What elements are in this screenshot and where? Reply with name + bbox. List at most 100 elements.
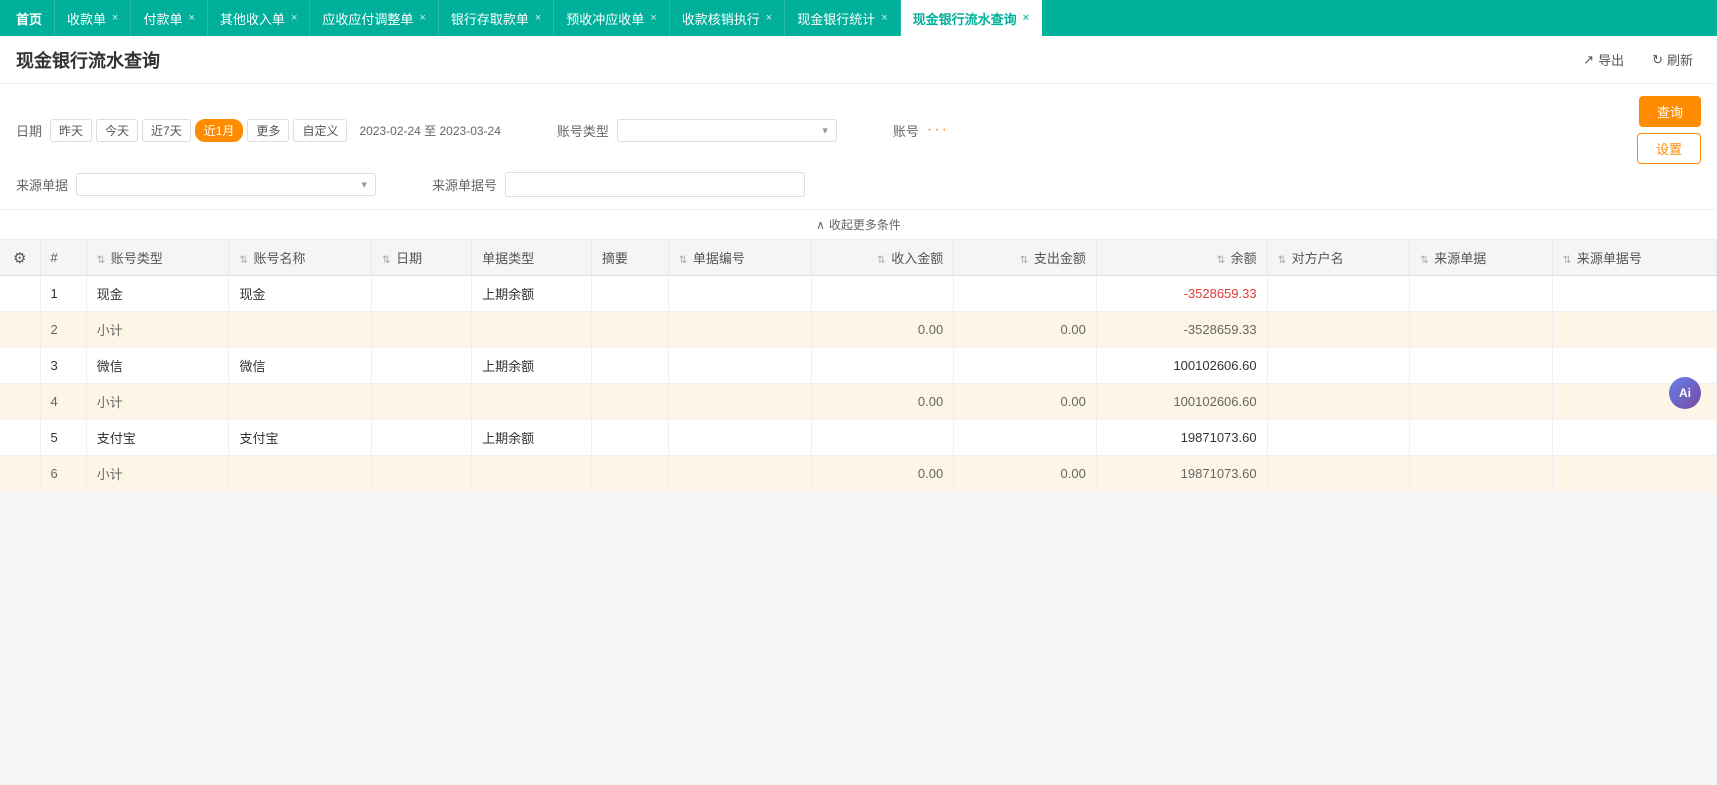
row-doc-type <box>472 384 592 420</box>
account-type-select[interactable]: ▾ <box>617 119 837 142</box>
date-btn-more[interactable]: 更多 <box>247 119 289 142</box>
row-balance: 19871073.60 <box>1096 456 1267 492</box>
row-account-type: 现金 <box>86 276 229 312</box>
close-icon[interactable]: × <box>419 12 425 24</box>
table-row: 2 小计 0.00 0.00 -3528659.33 <box>0 312 1717 348</box>
row-doc-type: 上期余额 <box>472 276 592 312</box>
row-doc-number <box>668 420 811 456</box>
nav-fukuandan[interactable]: 付款单 × <box>131 0 207 36</box>
date-btn-yesterday[interactable]: 昨天 <box>50 119 92 142</box>
sort-icon: ⇅ <box>1217 255 1225 266</box>
date-btn-7days[interactable]: 近7天 <box>142 119 191 142</box>
nav-home[interactable]: 首页 <box>4 0 55 36</box>
row-balance: -3528659.33 <box>1096 312 1267 348</box>
close-icon[interactable]: × <box>766 12 772 24</box>
row-summary <box>591 420 668 456</box>
row-date <box>372 348 472 384</box>
page-title: 现金银行流水查询 <box>16 47 160 73</box>
query-button[interactable]: 查询 <box>1639 96 1701 127</box>
row-counterpart <box>1267 348 1410 384</box>
account-dots[interactable]: ··· <box>927 121 949 139</box>
nav-qitashourudan[interactable]: 其他收入单 × <box>208 0 310 36</box>
close-icon[interactable]: × <box>650 12 656 24</box>
row-balance: 19871073.60 <box>1096 420 1267 456</box>
nav-yushouzhong[interactable]: 预收冲应收单 × <box>554 0 669 36</box>
sort-icon: ⇅ <box>877 255 885 266</box>
row-account-type: 小计 <box>86 312 229 348</box>
row-gear-cell <box>0 312 40 348</box>
row-doc-number <box>668 276 811 312</box>
col-account-type[interactable]: ⇅ 账号类型 <box>86 240 229 276</box>
row-income <box>811 276 954 312</box>
close-icon[interactable]: × <box>535 12 541 24</box>
date-btn-today[interactable]: 今天 <box>96 119 138 142</box>
row-doc-number <box>668 456 811 492</box>
date-label: 日期 <box>16 121 42 140</box>
close-icon[interactable]: × <box>1023 12 1029 24</box>
row-counterpart <box>1267 456 1410 492</box>
row-gear-cell <box>0 384 40 420</box>
nav-xianjintongji[interactable]: 现金银行统计 × <box>785 0 900 36</box>
close-icon[interactable]: × <box>188 12 194 24</box>
row-account-name: 支付宝 <box>229 420 372 456</box>
table-row: 5 支付宝 支付宝 上期余额 19871073.60 <box>0 420 1717 456</box>
col-counterpart[interactable]: ⇅ 对方户名 <box>1267 240 1410 276</box>
settings-button[interactable]: 设置 <box>1637 133 1701 164</box>
row-doc-type <box>472 456 592 492</box>
data-table: ⚙ # ⇅ 账号类型 ⇅ 账号名称 ⇅ 日期 单据类型 <box>0 240 1717 492</box>
col-date[interactable]: ⇅ 日期 <box>372 240 472 276</box>
source-doc-label: 来源单据 <box>16 175 68 194</box>
col-source-doc-num[interactable]: ⇅ 来源单据号 <box>1552 240 1716 276</box>
account-type-label: 账号类型 <box>557 121 609 140</box>
sort-icon: ⇅ <box>239 255 247 266</box>
col-gear[interactable]: ⚙ <box>0 240 40 276</box>
date-btn-1month[interactable]: 近1月 <box>195 119 244 142</box>
source-doc-num-input[interactable] <box>505 172 805 197</box>
row-index: 2 <box>40 312 86 348</box>
row-index: 6 <box>40 456 86 492</box>
close-icon[interactable]: × <box>112 12 118 24</box>
row-balance: -3528659.33 <box>1096 276 1267 312</box>
table-row: 4 小计 0.00 0.00 100102606.60 <box>0 384 1717 420</box>
row-index: 1 <box>40 276 86 312</box>
row-account-name <box>229 384 372 420</box>
close-icon[interactable]: × <box>291 12 297 24</box>
row-index: 3 <box>40 348 86 384</box>
row-source-doc-num <box>1552 420 1716 456</box>
col-balance[interactable]: ⇅ 余额 <box>1096 240 1267 276</box>
row-summary <box>591 384 668 420</box>
row-account-type: 小计 <box>86 384 229 420</box>
row-income: 0.00 <box>811 312 954 348</box>
col-doc-number[interactable]: ⇅ 单据编号 <box>668 240 811 276</box>
row-expense: 0.00 <box>954 384 1097 420</box>
collapse-bar[interactable]: ∧ 收起更多条件 <box>0 210 1717 240</box>
col-income[interactable]: ⇅ 收入金额 <box>811 240 954 276</box>
row-account-type: 微信 <box>86 348 229 384</box>
row-doc-type: 上期余额 <box>472 348 592 384</box>
collapse-label: 收起更多条件 <box>829 216 901 233</box>
page-header: 现金银行流水查询 ↗ 导出 ↻ 刷新 Ai <box>0 36 1717 84</box>
col-expense[interactable]: ⇅ 支出金额 <box>954 240 1097 276</box>
nav-shoukuanhexiao[interactable]: 收款核销执行 × <box>670 0 785 36</box>
refresh-button[interactable]: ↻ 刷新 <box>1644 46 1701 73</box>
row-date <box>372 384 472 420</box>
sort-icon: ⇅ <box>1420 255 1428 266</box>
row-doc-number <box>668 384 811 420</box>
nav-xianjinliushui[interactable]: 现金银行流水查询 × <box>901 0 1042 36</box>
gear-icon: ⚙ <box>13 250 26 267</box>
filter-row-1: 日期 昨天 今天 近7天 近1月 更多 自定义 2023-02-24 至 202… <box>16 96 1701 164</box>
export-button[interactable]: ↗ 导出 <box>1575 46 1632 73</box>
col-doc-type: 单据类型 <box>472 240 592 276</box>
nav-yinhangcunquan[interactable]: 银行存取款单 × <box>439 0 554 36</box>
col-account-name[interactable]: ⇅ 账号名称 <box>229 240 372 276</box>
row-income <box>811 420 954 456</box>
nav-shoukuandan[interactable]: 收款单 × <box>55 0 131 36</box>
ai-badge[interactable]: Ai <box>1669 377 1701 409</box>
date-btn-custom[interactable]: 自定义 <box>293 119 347 142</box>
row-source-doc <box>1410 384 1553 420</box>
col-source-doc[interactable]: ⇅ 来源单据 <box>1410 240 1553 276</box>
source-doc-select[interactable]: ▾ <box>76 173 376 196</box>
close-icon[interactable]: × <box>881 12 887 24</box>
row-index: 4 <box>40 384 86 420</box>
nav-yingshoutiaozheng[interactable]: 应收应付调整单 × <box>310 0 438 36</box>
